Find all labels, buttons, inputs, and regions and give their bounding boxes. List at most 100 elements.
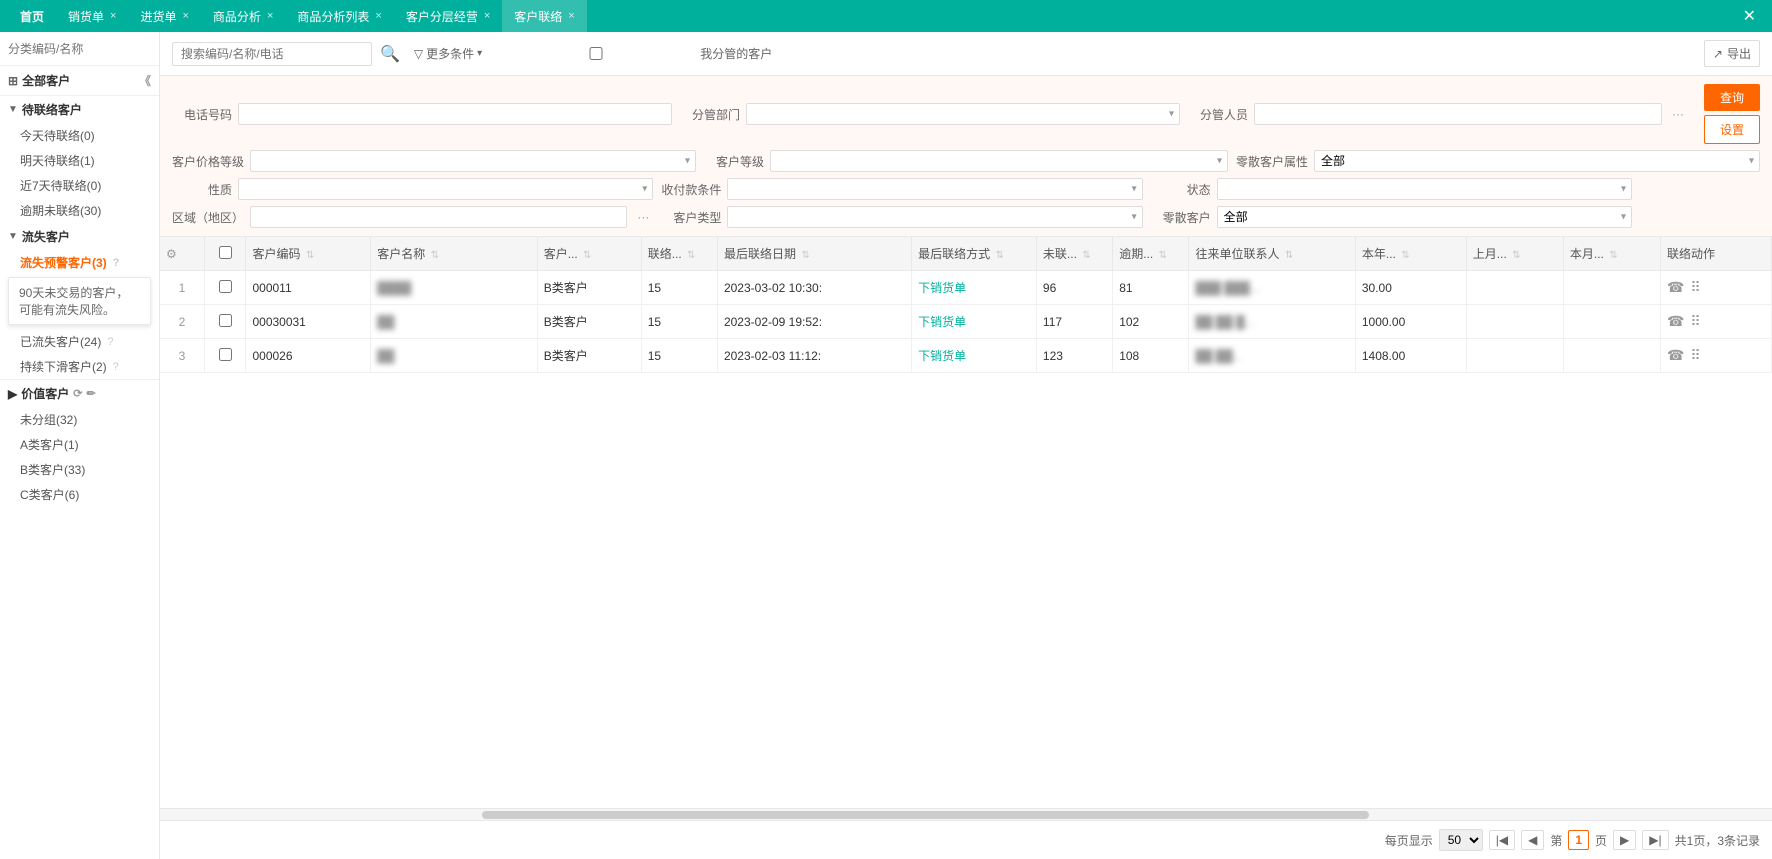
filter-input-phone[interactable]	[238, 103, 672, 125]
sort-icon[interactable]: ⇅	[431, 250, 439, 261]
sidebar-item-declining[interactable]: 持续下滑客户(2) ?	[0, 354, 159, 379]
row-checkbox[interactable]	[204, 305, 246, 339]
row-last-contact-way[interactable]: 下销货单	[912, 339, 1037, 373]
row-contact-count: 15	[641, 339, 717, 373]
export-button[interactable]: ↗ 导出	[1704, 40, 1760, 67]
sort-icon[interactable]: ⇅	[1512, 250, 1520, 261]
prev-page-button[interactable]: ◀	[1521, 830, 1544, 850]
filter-select-retail-cust[interactable]: 全部	[1217, 206, 1632, 228]
sidebar-item-churned[interactable]: 已流失客户(24) ?	[0, 329, 159, 354]
filter-select-retail-attr[interactable]: 全部	[1314, 150, 1760, 172]
my-customers-checkbox[interactable]	[496, 47, 696, 60]
sidebar-group-churn[interactable]: ▼ 流失客户	[0, 223, 159, 250]
arrow-down-icon: ▼	[8, 104, 18, 115]
row-name: ██	[371, 305, 537, 339]
close-icon[interactable]: ×	[110, 10, 116, 22]
horizontal-scrollbar[interactable]	[160, 808, 1772, 820]
pagination-label-page: 第	[1550, 832, 1562, 849]
refresh-icon[interactable]: ⟳	[73, 387, 82, 400]
edit-icon[interactable]: ✏	[86, 387, 95, 400]
close-icon[interactable]: ×	[375, 10, 381, 22]
first-page-button[interactable]: |◀	[1489, 830, 1515, 850]
row-select-checkbox[interactable]	[219, 314, 232, 327]
more-conditions-toggle[interactable]: ▽ 更多条件 ▾	[408, 41, 488, 66]
select-all-checkbox[interactable]	[219, 246, 232, 259]
close-icon[interactable]: ×	[484, 10, 490, 22]
checkbox-header[interactable]	[204, 237, 246, 271]
sidebar-item-today[interactable]: 今天待联络(0)	[0, 123, 159, 148]
sort-icon[interactable]: ⇅	[1285, 250, 1293, 261]
filter-select-payment[interactable]	[727, 178, 1142, 200]
filter-select-cust-grade[interactable]	[770, 150, 1228, 172]
filter-select-cust-type[interactable]	[727, 206, 1142, 228]
sort-icon[interactable]: ⇅	[687, 250, 695, 261]
more-action-icon[interactable]: ⠿	[1690, 313, 1700, 330]
sidebar-item-b-class[interactable]: B类客户(33)	[0, 457, 159, 482]
nav-tab-home[interactable]: 首页	[8, 0, 56, 32]
collapse-icon[interactable]: 《	[139, 72, 151, 89]
nav-tab-analysis-list[interactable]: 商品分析列表 ×	[285, 0, 393, 32]
sort-icon[interactable]: ⇅	[583, 250, 591, 261]
sidebar-item-overdue[interactable]: 逾期未联络(30)	[0, 198, 159, 223]
dots-icon[interactable]: ···	[1668, 107, 1688, 121]
sort-icon[interactable]: ⇅	[1159, 250, 1167, 261]
row-last-contact-way[interactable]: 下销货单	[912, 271, 1037, 305]
category-search-input[interactable]	[8, 42, 160, 56]
nav-tab-customer-tier[interactable]: 客户分层经营 ×	[394, 0, 502, 32]
per-page-select[interactable]: 50	[1439, 829, 1483, 851]
close-icon[interactable]: ×	[267, 10, 273, 22]
filter-input-manager[interactable]	[1254, 103, 1662, 125]
query-button[interactable]: 查询	[1704, 84, 1760, 111]
settings-gear-header[interactable]: ⚙	[160, 237, 204, 271]
more-action-icon[interactable]: ⠿	[1690, 347, 1700, 364]
close-icon[interactable]: ×	[182, 10, 188, 22]
phone-icon[interactable]: ☎	[1667, 313, 1684, 330]
sort-icon[interactable]: ⇅	[1609, 250, 1617, 261]
sidebar-group-pending[interactable]: ▼ 待联络客户	[0, 96, 159, 123]
filter-select-price-grade[interactable]	[250, 150, 696, 172]
sidebar-item-ungrouped[interactable]: 未分组(32)	[0, 407, 159, 432]
nav-tab-customer-contact[interactable]: 客户联络 ×	[502, 0, 586, 32]
sidebar-group-value[interactable]: ▶ 价值客户 ⟳ ✏	[0, 379, 159, 407]
nav-tab-purchase[interactable]: 进货单 ×	[128, 0, 200, 32]
last-page-button[interactable]: ▶|	[1642, 830, 1668, 850]
row-select-checkbox[interactable]	[219, 280, 232, 293]
sort-icon[interactable]: ⇅	[801, 250, 809, 261]
sidebar-item-tomorrow[interactable]: 明天待联络(1)	[0, 148, 159, 173]
sidebar-item-churn-warning[interactable]: 流失预警客户(3) ?	[0, 250, 159, 275]
filter-select-status[interactable]	[1217, 178, 1632, 200]
row-checkbox[interactable]	[204, 271, 246, 305]
sort-icon[interactable]: ⇅	[1082, 250, 1090, 261]
sidebar-item-a-class[interactable]: A类客户(1)	[0, 432, 159, 457]
sidebar-all-customers[interactable]: ⊞ 全部客户 《	[0, 66, 159, 96]
close-icon[interactable]: ×	[568, 10, 574, 22]
filter-select-dept[interactable]	[746, 103, 1180, 125]
action-icons: ☎ ⠿	[1667, 347, 1765, 364]
sidebar-item-c-class[interactable]: C类客户(6)	[0, 482, 159, 507]
sidebar-item-7days[interactable]: 近7天待联络(0)	[0, 173, 159, 198]
row-last-contact-way[interactable]: 下销货单	[912, 305, 1037, 339]
next-page-button[interactable]: ▶	[1613, 830, 1636, 850]
sort-icon[interactable]: ⇅	[995, 250, 1003, 261]
gear-icon[interactable]: ⚙	[166, 247, 177, 261]
row-select-checkbox[interactable]	[219, 348, 232, 361]
nav-tab-analysis[interactable]: 商品分析 ×	[201, 0, 285, 32]
phone-icon[interactable]: ☎	[1667, 347, 1684, 364]
settings-button[interactable]: 设置	[1704, 115, 1760, 144]
sort-icon[interactable]: ⇅	[306, 250, 314, 261]
row-this-year: 1000.00	[1355, 305, 1466, 339]
nav-tab-sales[interactable]: 销货单 ×	[56, 0, 128, 32]
my-customers-filter[interactable]: 我分管的客户	[496, 45, 772, 62]
row-no-contact: 117	[1036, 305, 1112, 339]
window-close-button[interactable]: ✕	[1735, 6, 1764, 26]
sort-icon[interactable]: ⇅	[1401, 250, 1409, 261]
row-checkbox[interactable]	[204, 339, 246, 373]
more-action-icon[interactable]: ⠿	[1690, 279, 1700, 296]
scrollbar-thumb[interactable]	[482, 811, 1369, 819]
phone-icon[interactable]: ☎	[1667, 279, 1684, 296]
search-button[interactable]: 🔍	[380, 44, 400, 64]
filter-input-region[interactable]	[250, 206, 627, 228]
dots-icon[interactable]: ···	[633, 210, 653, 224]
search-input[interactable]	[172, 42, 372, 66]
filter-select-nature[interactable]	[238, 178, 653, 200]
